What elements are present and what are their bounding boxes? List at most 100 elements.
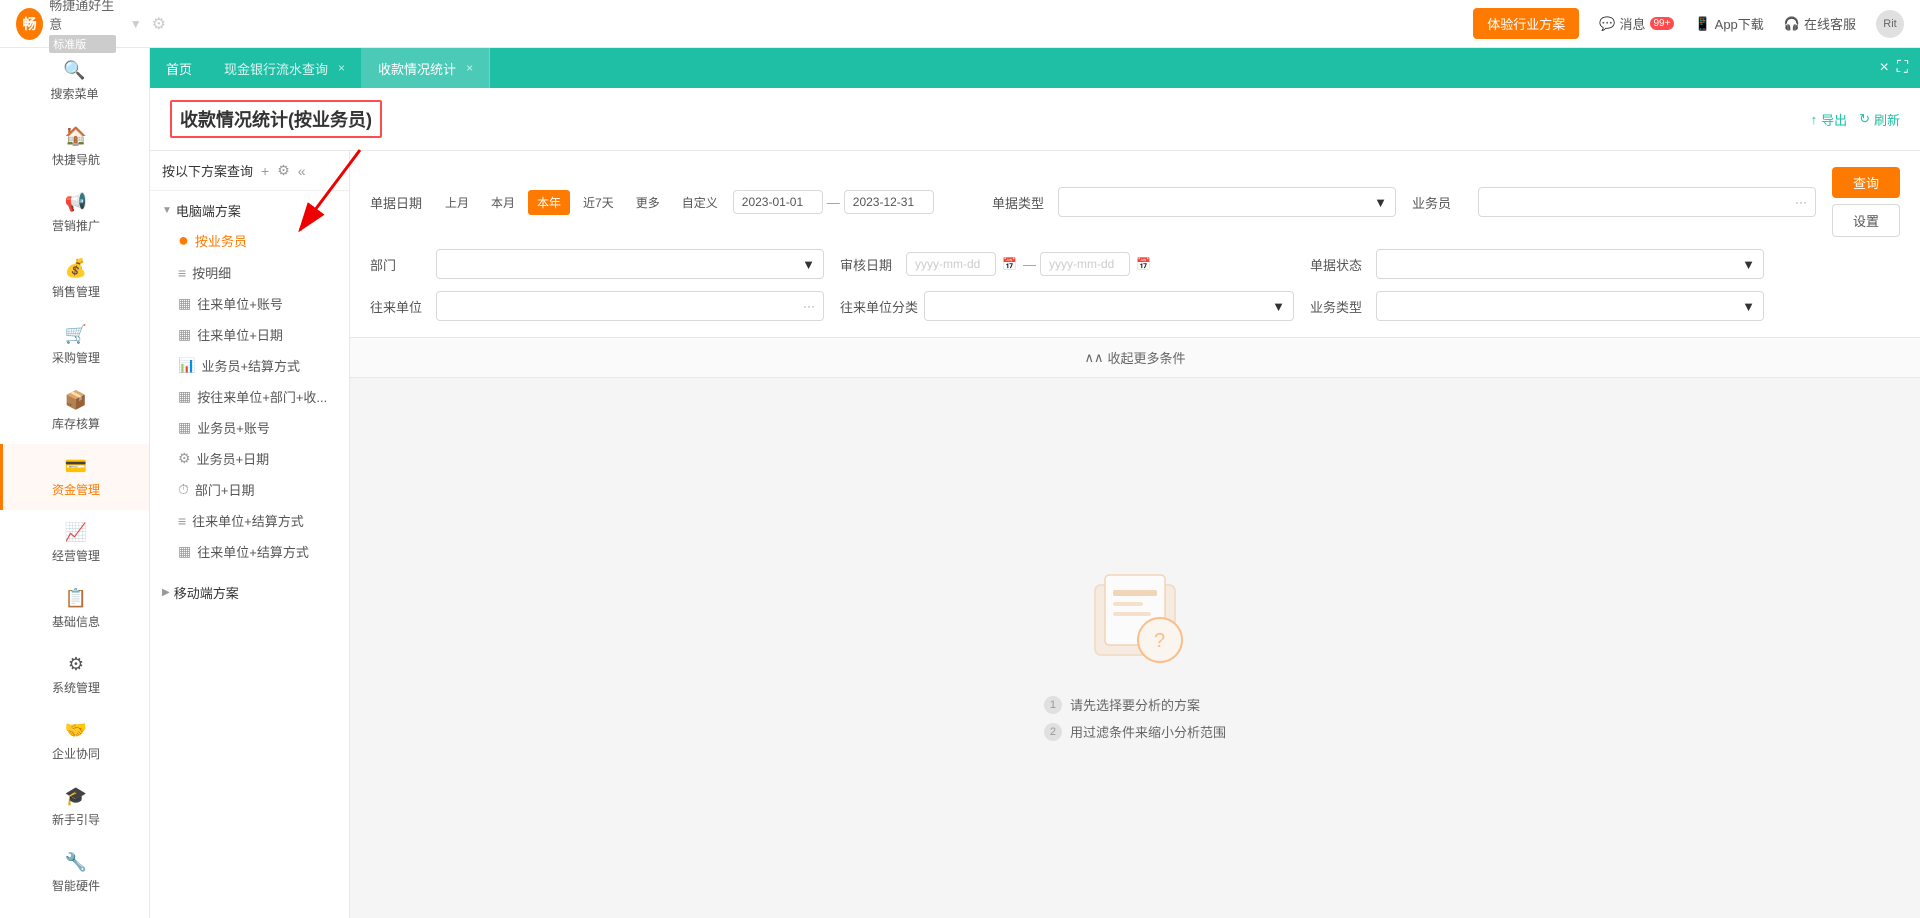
sidebar-item-operations[interactable]: 📈 经营管理 [0,510,149,576]
scheme-item-6[interactable]: ▦ 业务员+账号 [150,412,349,443]
doc-type-select[interactable]: ▼ [1058,187,1396,217]
scheme-item-2[interactable]: ▦ 往来单位+账号 [150,288,349,319]
content-split: 按以下方案查询 + ⚙ « ▼ 电脑端方案 ● 按业务员 ≡ [150,151,1920,918]
group-expand-arrow-mobile: ▶ [162,587,170,598]
sidebar-item-purchase[interactable]: 🛒 采购管理 [0,312,149,378]
date-tab-more[interactable]: 更多 [627,190,669,215]
customer-type-select[interactable]: ▼ [924,291,1294,321]
customer-label: 往来单位 [370,297,430,316]
messages-btn[interactable]: 💬 消息 99+ [1599,14,1674,33]
sidebar-item-finance[interactable]: 💳 资金管理 [0,444,149,510]
purchase-icon: 🛒 [65,324,87,345]
dept-chevron: ▼ [802,257,815,272]
logo-area: 畅 畅捷通好生意 标准版 ▼ ⚙ [16,0,166,53]
review-date-to[interactable]: yyyy-mm-dd [1040,252,1130,276]
sidebar-item-wechat[interactable]: 💬 企业微信 [0,906,149,918]
user-avatar-area[interactable]: Rit [1876,10,1904,38]
date-tab-this-month[interactable]: 本月 [482,190,524,215]
tab-close-bank[interactable]: × [338,61,345,75]
date-tab-custom[interactable]: 自定义 [673,190,727,215]
collapse-bar[interactable]: ∧∧ 收起更多条件 [350,338,1920,378]
trial-btn[interactable]: 体验行业方案 [1473,8,1579,39]
date-tab-7days[interactable]: 近7天 [574,190,623,215]
search-icon: 🔍 [63,60,85,81]
date-to-input[interactable]: 2023-12-31 [844,190,934,214]
doc-status-select[interactable]: ▼ [1376,249,1764,279]
tab-receipt-stats[interactable]: 收款情况统计 × [362,48,490,88]
sidebar-item-collab[interactable]: 🤝 企业协同 [0,708,149,774]
operations-icon: 📈 [65,522,87,543]
sidebar-item-search[interactable]: 🔍 搜索菜单 [0,48,149,114]
scheme-item-1[interactable]: ≡ 按明细 [150,257,349,288]
scheme-header: 按以下方案查询 + ⚙ « [150,151,349,191]
scheme-item-icon-3: ▦ [178,326,191,343]
scheme-item-9[interactable]: ≡ 往来单位+结算方式 [150,505,349,536]
dept-select[interactable]: ▼ [436,249,824,279]
review-date-from[interactable]: yyyy-mm-dd [906,252,996,276]
export-btn[interactable]: ↑ 导出 [1811,110,1848,129]
app-download-btn[interactable]: 📱 App下载 [1694,14,1763,33]
date-tab-this-year[interactable]: 本年 [528,190,570,215]
scheme-item-icon-9: ≡ [178,513,186,529]
scheme-item-0[interactable]: ● 按业务员 [150,224,349,257]
date-from-input[interactable]: 2023-01-01 [733,190,823,214]
scheme-group-desktop: ▼ 电脑端方案 ● 按业务员 ≡ 按明细 ▦ 往来单位+账号 [150,191,349,573]
scheme-item-4[interactable]: 📊 业务员+结算方式 [150,350,349,381]
sidebar-item-guide[interactable]: 🎓 新手引导 [0,774,149,840]
scheme-item-icon-7: ⚙ [178,450,191,467]
system-icon: ⚙ [68,654,84,675]
date-separator: — [827,195,840,210]
sidebar-item-hardware[interactable]: 🔧 智能硬件 [0,840,149,906]
filter-customer: 往来单位 ··· [370,291,824,321]
tab-bank-flow[interactable]: 现金银行流水查询 × [208,48,362,88]
tab-close-window-icon[interactable]: × [1879,59,1888,77]
scheme-item-icon-10: ▦ [178,543,191,560]
scheme-item-8[interactable]: ⏱ 部门+日期 [150,474,349,505]
filter-area: 单据日期 上月 本月 本年 近7天 更多 自定义 2023-01-01 [350,151,1920,338]
sidebar-item-sales[interactable]: 💰 销售管理 [0,246,149,312]
sidebar-item-marketing[interactable]: 📢 营销推广 [0,180,149,246]
tab-home[interactable]: 首页 [150,48,208,88]
scheme-item-5[interactable]: ▦ 按往来单位+部门+收... [150,381,349,412]
scheme-group-mobile-header[interactable]: ▶ 移动端方案 [150,579,349,606]
tab-close-receipt[interactable]: × [466,61,473,75]
page-title-wrap: 收款情况统计(按业务员) [170,100,382,138]
user-avatar: Rit [1876,10,1904,38]
biz-type-chevron: ▼ [1742,299,1755,314]
query-btn[interactable]: 查询 [1832,167,1900,198]
sidebar-item-system[interactable]: ⚙ 系统管理 [0,642,149,708]
date-tab-last-month[interactable]: 上月 [436,190,478,215]
scheme-add-btn[interactable]: + [261,163,269,179]
filter-date: 单据日期 上月 本月 本年 近7天 更多 自定义 2023-01-01 [370,190,976,215]
biz-type-select[interactable]: ▼ [1376,291,1764,321]
doc-status-chevron: ▼ [1742,257,1755,272]
salesperson-select[interactable]: ··· [1478,187,1816,217]
online-service-btn[interactable]: 🎧 在线客服 [1784,14,1856,33]
page-header: 收款情况统计(按业务员) ↑ 导出 ↻ 刷新 [150,88,1920,151]
sidebar-item-quicknav[interactable]: 🏠 快捷导航 [0,114,149,180]
marketing-icon: 📢 [65,192,87,213]
header-dropdown-arrow[interactable]: ▼ [130,17,142,31]
sidebar-item-basic-info[interactable]: 📋 基础信息 [0,576,149,642]
scheme-item-3[interactable]: ▦ 往来单位+日期 [150,319,349,350]
sidebar-item-inventory[interactable]: 📦 库存核算 [0,378,149,444]
tab-maximize-icon[interactable]: ⛶ [1897,59,1908,77]
customer-select[interactable]: ··· [436,291,824,321]
scheme-collapse-btn[interactable]: « [298,163,306,179]
empty-hint-1: 1 请先选择要分析的方案 [1044,695,1226,714]
app-logo: 畅 [16,8,43,40]
scheme-settings-btn[interactable]: ⚙ [277,162,290,179]
review-date-sep: — [1023,257,1036,272]
scheme-item-7[interactable]: ⚙ 业务员+日期 [150,443,349,474]
finance-icon: 💳 [65,456,87,477]
filter-doc-type: 单据类型 ▼ [992,187,1396,217]
refresh-btn[interactable]: ↻ 刷新 [1859,110,1900,129]
doc-type-label: 单据类型 [992,193,1052,212]
header-settings-icon[interactable]: ⚙ [152,14,166,34]
group-expand-arrow: ▼ [162,205,172,216]
message-icon: 💬 [1599,16,1615,32]
empty-hint-2: 2 用过滤条件来缩小分析范围 [1044,722,1226,741]
settings-btn[interactable]: 设置 [1832,204,1900,237]
scheme-group-desktop-header[interactable]: ▼ 电脑端方案 [150,197,349,224]
scheme-item-10[interactable]: ▦ 往来单位+结算方式 [150,536,349,567]
